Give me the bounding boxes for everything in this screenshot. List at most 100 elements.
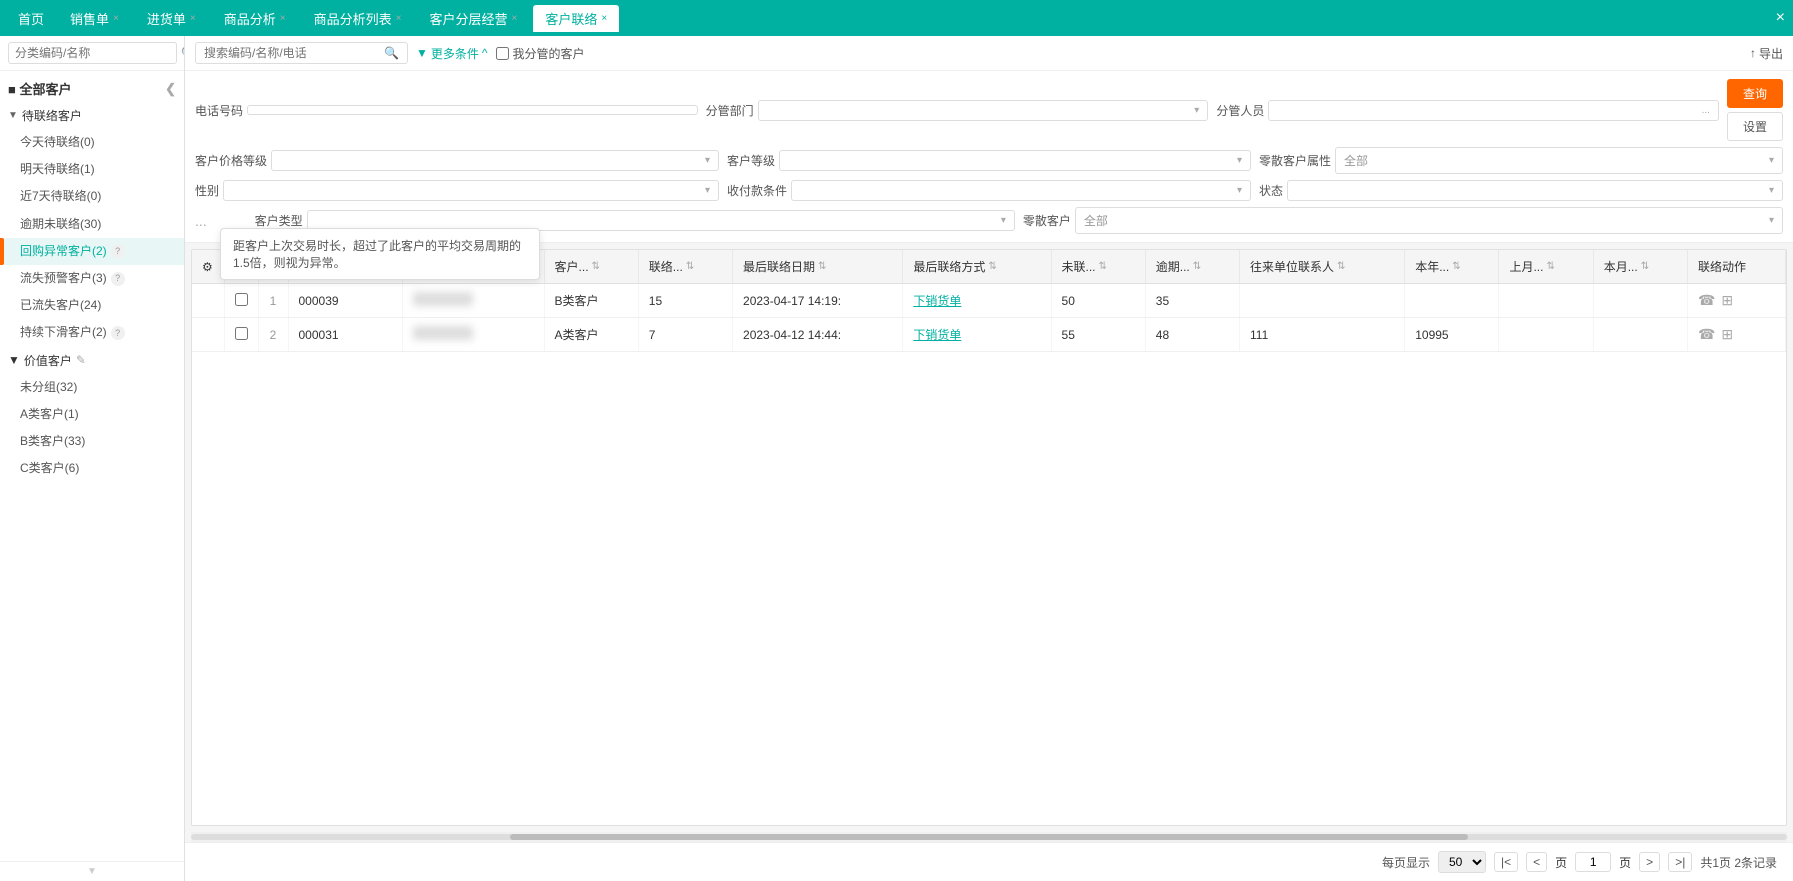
customer-type-label: 客户类型 xyxy=(255,212,303,229)
export-button[interactable]: ↑ 导出 xyxy=(1750,45,1783,62)
current-page-input[interactable] xyxy=(1575,852,1611,872)
sidebar-item-tomorrow[interactable]: 明天待联络(1) xyxy=(0,156,184,183)
edit-icon[interactable]: ✎ xyxy=(76,353,86,367)
per-page-select[interactable]: 50 xyxy=(1438,851,1486,873)
nav-tab-sales[interactable]: 销售单 × xyxy=(58,5,131,32)
horizontal-scrollbar[interactable] xyxy=(191,832,1787,842)
last-contact-way-link[interactable]: 下销货单 xyxy=(913,328,961,342)
sidebar-item-lost[interactable]: 已流失客户(24) xyxy=(0,292,184,319)
row-checkbox[interactable] xyxy=(235,293,248,306)
sidebar-item-c-class[interactable]: C类客户(6) xyxy=(0,455,184,482)
sort-icon[interactable]: ⇅ xyxy=(1452,261,1460,272)
close-all-button[interactable]: × xyxy=(1776,9,1785,27)
status-field[interactable]: ▾ xyxy=(1287,180,1783,201)
sidebar-item-repurchase-abnormal[interactable]: 回购异常客户(2) ? xyxy=(0,238,184,265)
sort-icon[interactable]: ⇅ xyxy=(1641,261,1649,272)
chevron-down-icon: ▾ xyxy=(1001,215,1006,226)
retail-attr-label: 零散客户属性 xyxy=(1259,152,1331,169)
sidebar-search-input[interactable] xyxy=(8,42,177,64)
sidebar-item-declining[interactable]: 持续下滑客户(2) ? xyxy=(0,319,184,346)
row-action: ☎ ⊞ xyxy=(1687,318,1785,352)
nav-home[interactable]: 首页 xyxy=(8,5,54,32)
row-overdue: 48 xyxy=(1145,318,1239,352)
close-icon[interactable]: × xyxy=(113,13,119,24)
close-icon[interactable]: × xyxy=(601,13,607,24)
price-level-field[interactable]: ▾ xyxy=(271,150,719,171)
row-level: B类客户 xyxy=(544,284,638,318)
more-filters-dots[interactable]: ... xyxy=(195,213,207,229)
sort-icon[interactable]: ⇅ xyxy=(592,261,600,272)
search-icon[interactable]: 🔍 xyxy=(384,46,399,60)
sort-icon[interactable]: ⇅ xyxy=(818,261,826,272)
sort-icon[interactable]: ⇅ xyxy=(988,261,996,272)
more-action-icon[interactable]: ⊞ xyxy=(1721,292,1733,309)
first-page-button[interactable]: |< xyxy=(1494,852,1518,872)
sort-icon[interactable]: ⇅ xyxy=(1193,261,1201,272)
close-icon[interactable]: × xyxy=(280,13,286,24)
sort-icon[interactable]: ⇅ xyxy=(1099,261,1107,272)
main-search-input[interactable] xyxy=(204,46,384,60)
payment-label: 收付款条件 xyxy=(727,182,787,199)
payment-field[interactable]: ▾ xyxy=(791,180,1251,201)
last-page-button[interactable]: >| xyxy=(1668,852,1692,872)
per-page-label: 每页显示 xyxy=(1382,854,1430,871)
phone-field[interactable] xyxy=(247,105,698,115)
customer-level-field[interactable]: ▾ xyxy=(779,150,1251,171)
more-action-icon[interactable]: ⊞ xyxy=(1721,326,1733,343)
row-overdue: 35 xyxy=(1145,284,1239,318)
row-num: 2 xyxy=(258,318,288,352)
collapse-icon[interactable]: ❮ xyxy=(165,81,176,97)
chevron-down-icon: ▾ xyxy=(1769,185,1774,196)
sidebar-item-overdue[interactable]: 逾期未联络(30) xyxy=(0,211,184,238)
retail-customer-field[interactable]: 全部 ▾ xyxy=(1075,207,1783,234)
sidebar-item-today[interactable]: 今天待联络(0) xyxy=(0,129,184,156)
branch-person-field[interactable]: ... xyxy=(1268,100,1719,121)
settings-button[interactable]: 设置 xyxy=(1727,112,1783,141)
next-page-button[interactable]: > xyxy=(1639,852,1660,872)
prev-page-button[interactable]: < xyxy=(1526,852,1547,872)
page-label2: 页 xyxy=(1619,854,1631,871)
value-group-header[interactable]: ▼ 价值客户 ✎ xyxy=(0,347,184,374)
row-checkbox[interactable] xyxy=(235,327,248,340)
tooltip-box: 距客户上次交易时长，超过了此客户的平均交易周期的1.5倍，则视为异常。 xyxy=(220,228,540,280)
row-unit-contacts xyxy=(1240,284,1405,318)
gender-field[interactable]: ▾ xyxy=(223,180,719,201)
chevron-down-icon: ▾ xyxy=(1194,105,1199,116)
nav-tab-customer-tier[interactable]: 客户分层经营 × xyxy=(417,5,529,32)
my-customers-checkbox[interactable] xyxy=(496,47,509,60)
col-action: 联络动作 xyxy=(1687,250,1785,284)
query-button[interactable]: 查询 xyxy=(1727,79,1783,108)
branch-dept-field[interactable]: ▾ xyxy=(758,100,1209,121)
sidebar-item-ungrouped[interactable]: 未分组(32) xyxy=(0,374,184,401)
all-customers-title[interactable]: ■ 全部客户 ❮ xyxy=(0,71,184,102)
row-last-month xyxy=(1499,318,1593,352)
price-level-label: 客户价格等级 xyxy=(195,152,267,169)
sort-icon[interactable]: ⇅ xyxy=(1546,261,1554,272)
nav-tab-product-list[interactable]: 商品分析列表 × xyxy=(302,5,414,32)
filter-icon: ▼ xyxy=(416,46,428,60)
chevron-down-icon: ▾ xyxy=(705,185,710,196)
main-content: 🔍 ▼ 更多条件 ^ 我分管的客户 ↑ 导出 电话号码 xyxy=(185,36,1793,881)
close-icon[interactable]: × xyxy=(190,13,196,24)
last-contact-way-link[interactable]: 下销货单 xyxy=(913,294,961,308)
close-icon[interactable]: × xyxy=(396,13,402,24)
sidebar-item-b-class[interactable]: B类客户(33) xyxy=(0,428,184,455)
sidebar-item-a-class[interactable]: A类客户(1) xyxy=(0,401,184,428)
nav-tab-customer-contact[interactable]: 客户联络 × xyxy=(533,5,619,32)
nav-tab-product-analysis[interactable]: 商品分析 × xyxy=(212,5,298,32)
help-icon: ? xyxy=(111,272,125,286)
close-icon[interactable]: × xyxy=(511,13,517,24)
phone-action-icon[interactable]: ☎ xyxy=(1698,326,1715,343)
sidebar-item-7days[interactable]: 近7天待联络(0) xyxy=(0,183,184,210)
retail-attr-field[interactable]: 全部 ▾ xyxy=(1335,147,1783,174)
more-icon: ... xyxy=(1702,105,1710,116)
row-uncontacted: 50 xyxy=(1051,284,1145,318)
sidebar-item-lost-warning[interactable]: 流失预警客户(3) ? xyxy=(0,265,184,292)
phone-action-icon[interactable]: ☎ xyxy=(1698,292,1715,309)
branch-person-label: 分管人员 xyxy=(1216,102,1264,119)
sort-icon[interactable]: ⇅ xyxy=(1337,261,1345,272)
nav-tab-purchase[interactable]: 进货单 × xyxy=(135,5,208,32)
sort-icon[interactable]: ⇅ xyxy=(686,261,694,272)
more-conditions-button[interactable]: ▼ 更多条件 ^ xyxy=(416,45,488,62)
pending-contact-group[interactable]: ▼ 待联络客户 xyxy=(0,102,184,129)
